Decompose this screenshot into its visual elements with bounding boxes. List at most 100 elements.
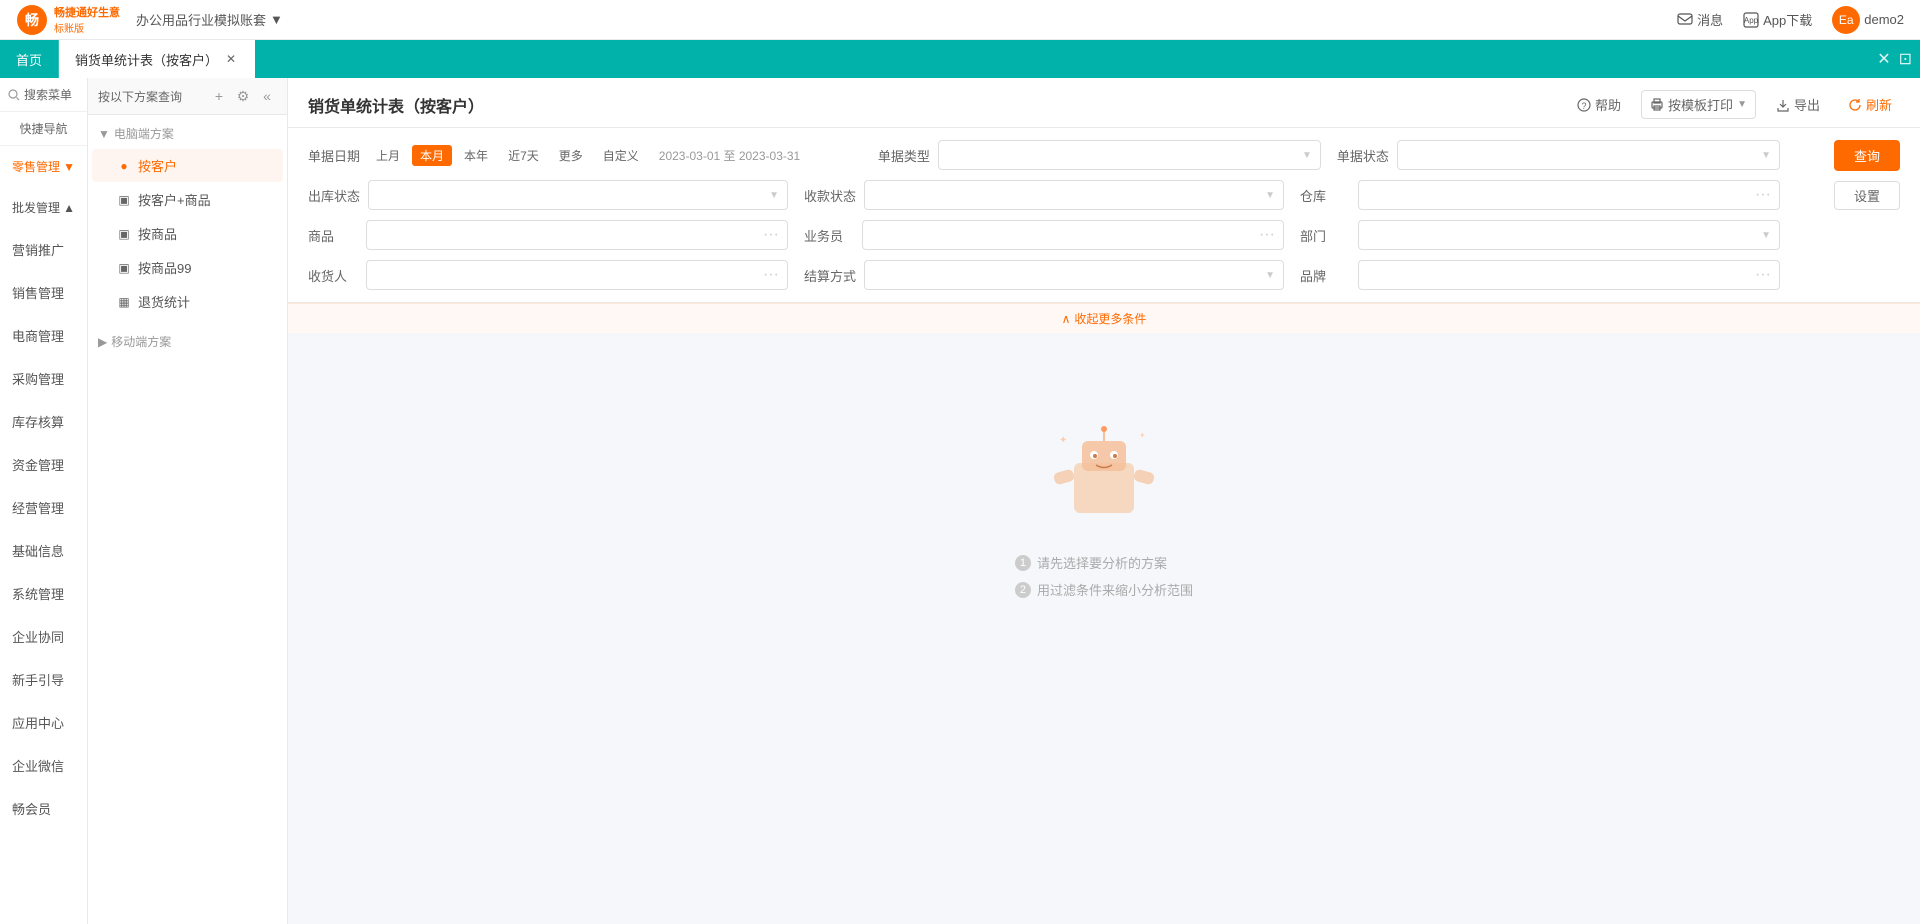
- export-button[interactable]: 导出: [1768, 91, 1828, 118]
- sidebar-item-app-center[interactable]: 应用中心: [4, 703, 83, 742]
- header-left: 畅 畅捷通好生意 标账版 办公用品行业模拟账套 ▼: [16, 4, 291, 36]
- scheme-by-product[interactable]: ▣ 按商品: [92, 217, 283, 250]
- sidebar-item-ecommerce[interactable]: 电商管理: [4, 316, 83, 355]
- sidebar: 搜索菜单 快捷导航 零售管理 ▼ 批发管理 ▲ 营销推广 销售管理 电商管理 采…: [0, 78, 88, 924]
- sidebar-item-operation[interactable]: 经营管理: [4, 488, 83, 527]
- collapse-up-icon: ∧: [1062, 312, 1071, 326]
- settings-button[interactable]: 设置: [1834, 181, 1900, 210]
- settlement-selector[interactable]: ▼: [864, 260, 1284, 290]
- department-selector[interactable]: ▼: [1358, 220, 1780, 250]
- ship-status-selector[interactable]: ▼: [368, 180, 788, 210]
- sidebar-item-purchase[interactable]: 采购管理: [4, 359, 83, 398]
- svg-text:畅: 畅: [25, 12, 39, 28]
- date-this-month[interactable]: 本月: [412, 145, 452, 166]
- scheme-returns-stats[interactable]: ▦ 退货统计: [92, 285, 283, 318]
- app-download-button[interactable]: App App下载: [1743, 10, 1812, 29]
- company-selector[interactable]: 办公用品行业模拟账套 ▼: [128, 10, 291, 29]
- export-icon: [1776, 98, 1790, 112]
- logo-text: 畅捷通好生意 标账版: [54, 4, 120, 35]
- product-ellipsis: ···: [763, 226, 779, 244]
- empty-tips: 1 请先选择要分析的方案 2 用过滤条件来缩小分析范围: [1015, 553, 1193, 607]
- settings-scheme-button[interactable]: ⚙: [233, 86, 253, 106]
- page-header: 销货单统计表（按客户） ? 帮助: [288, 78, 1920, 128]
- sidebar-item-marketing[interactable]: 营销推广: [4, 230, 83, 269]
- sidebar-item-member[interactable]: 畅会员: [4, 789, 83, 828]
- svg-text:✦: ✦: [1139, 431, 1146, 440]
- filter-date: 单据日期 上月 本月 本年 近7天 更多 自定义 2023-03-01 至 20…: [308, 145, 862, 166]
- svg-text:App: App: [1744, 16, 1759, 25]
- doc-status-selector[interactable]: ▼: [1397, 140, 1780, 170]
- scheme-by-customer[interactable]: ● 按客户: [92, 149, 283, 182]
- brand-selector[interactable]: ···: [1358, 260, 1780, 290]
- user-profile[interactable]: Ea demo2: [1832, 6, 1904, 34]
- sidebar-item-inventory[interactable]: 库存核算: [4, 402, 83, 441]
- tab-close-button[interactable]: ✕: [224, 50, 238, 68]
- tab-restore[interactable]: ⊡: [1899, 49, 1912, 69]
- tab-bar-actions: ✕ ⊡: [1869, 40, 1920, 78]
- doc-type-selector[interactable]: ▼: [938, 140, 1321, 170]
- left-panel-actions: + ⚙ «: [209, 86, 277, 106]
- department-chevron: ▼: [1761, 230, 1771, 241]
- filter-doc-type: 单据类型 ▼: [878, 140, 1321, 170]
- sidebar-item-finance[interactable]: 资金管理: [4, 445, 83, 484]
- filter-settlement: 结算方式 ▼: [804, 260, 1284, 290]
- query-button[interactable]: 查询: [1834, 140, 1900, 171]
- tab-close-all[interactable]: ✕: [1877, 49, 1890, 69]
- salesperson-selector[interactable]: ···: [862, 220, 1284, 250]
- sidebar-item-wechat[interactable]: 企业微信: [4, 746, 83, 785]
- date-more[interactable]: 更多: [551, 145, 591, 166]
- date-last-7days[interactable]: 近7天: [500, 145, 547, 166]
- scheme-icon-5: ▦: [116, 294, 132, 310]
- filter-area: 单据日期 上月 本月 本年 近7天 更多 自定义 2023-03-01 至 20…: [288, 128, 1920, 303]
- dropdown-icon: ▼: [270, 12, 283, 27]
- top-header: 畅 畅捷通好生意 标账版 办公用品行业模拟账套 ▼ 消息 App App下载: [0, 0, 1920, 40]
- consignee-ellipsis: ···: [763, 266, 779, 284]
- help-button[interactable]: ? 帮助: [1569, 91, 1629, 118]
- doc-status-chevron: ▼: [1761, 150, 1771, 161]
- svg-text:?: ?: [1582, 101, 1587, 111]
- sidebar-item-basic[interactable]: 基础信息: [4, 531, 83, 570]
- date-custom[interactable]: 自定义: [595, 145, 647, 166]
- print-icon: [1650, 98, 1664, 112]
- refresh-button[interactable]: 刷新: [1840, 91, 1900, 118]
- salesperson-ellipsis: ···: [1259, 226, 1275, 244]
- sidebar-item-collab[interactable]: 企业协同: [4, 617, 83, 656]
- sidebar-item-system[interactable]: 系统管理: [4, 574, 83, 613]
- scheme-by-product99[interactable]: ▣ 按商品99: [92, 251, 283, 284]
- empty-state: ✦ ✦ 1 请先选择要分析的方案 2 用过滤条件来缩小分析范围: [288, 333, 1920, 687]
- sidebar-item-newbie[interactable]: 新手引导: [4, 660, 83, 699]
- add-scheme-button[interactable]: +: [209, 86, 229, 106]
- header-right: 消息 App App下载 Ea demo2: [1677, 6, 1904, 34]
- tab-sales-stats[interactable]: 销货单统计表（按客户） ✕: [59, 40, 255, 78]
- tab-home[interactable]: 首页: [0, 40, 59, 78]
- filter-actions: 查询 设置: [1814, 128, 1920, 222]
- desktop-scheme-section: ▼ 电脑端方案 ● 按客户 ▣ 按客户+商品 ▣ 按商品 ▣ 按商品99: [88, 115, 287, 323]
- doc-type-chevron: ▼: [1302, 150, 1312, 161]
- sidebar-item-wholesale[interactable]: 批发管理 ▲: [4, 189, 83, 226]
- date-range-display: 2023-03-01 至 2023-03-31: [659, 147, 800, 164]
- avatar: Ea: [1832, 6, 1860, 34]
- print-button[interactable]: 按模板打印 ▼: [1641, 90, 1756, 119]
- date-last-month[interactable]: 上月: [368, 145, 408, 166]
- mobile-section-label[interactable]: ▶ 移动端方案: [88, 327, 287, 356]
- consignee-selector[interactable]: ···: [366, 260, 788, 290]
- collapse-more-conditions[interactable]: ∧ 收起更多条件: [288, 303, 1920, 333]
- wholesale-arrow-icon: ▲: [63, 201, 75, 215]
- sidebar-item-retail[interactable]: 零售管理 ▼: [4, 148, 83, 185]
- retail-arrow-icon: ▼: [63, 160, 75, 174]
- ship-status-chevron: ▼: [769, 190, 779, 201]
- collapse-panel-button[interactable]: «: [257, 86, 277, 106]
- product-selector[interactable]: ···: [366, 220, 788, 250]
- sidebar-search[interactable]: 搜索菜单: [0, 78, 87, 112]
- main-content: 销货单统计表（按客户） ? 帮助: [288, 78, 1920, 924]
- warehouse-selector[interactable]: ···: [1358, 180, 1780, 210]
- sidebar-item-sales[interactable]: 销售管理: [4, 273, 83, 312]
- message-button[interactable]: 消息: [1677, 10, 1723, 29]
- scheme-by-customer-product[interactable]: ▣ 按客户+商品: [92, 183, 283, 216]
- payment-status-chevron: ▼: [1265, 190, 1275, 201]
- filter-consignee: 收货人 ···: [308, 260, 788, 290]
- date-this-year[interactable]: 本年: [456, 145, 496, 166]
- print-arrow-icon: ▼: [1737, 99, 1747, 110]
- payment-status-selector[interactable]: ▼: [864, 180, 1284, 210]
- tab-bar: 首页 销货单统计表（按客户） ✕ ✕ ⊡: [0, 40, 1920, 78]
